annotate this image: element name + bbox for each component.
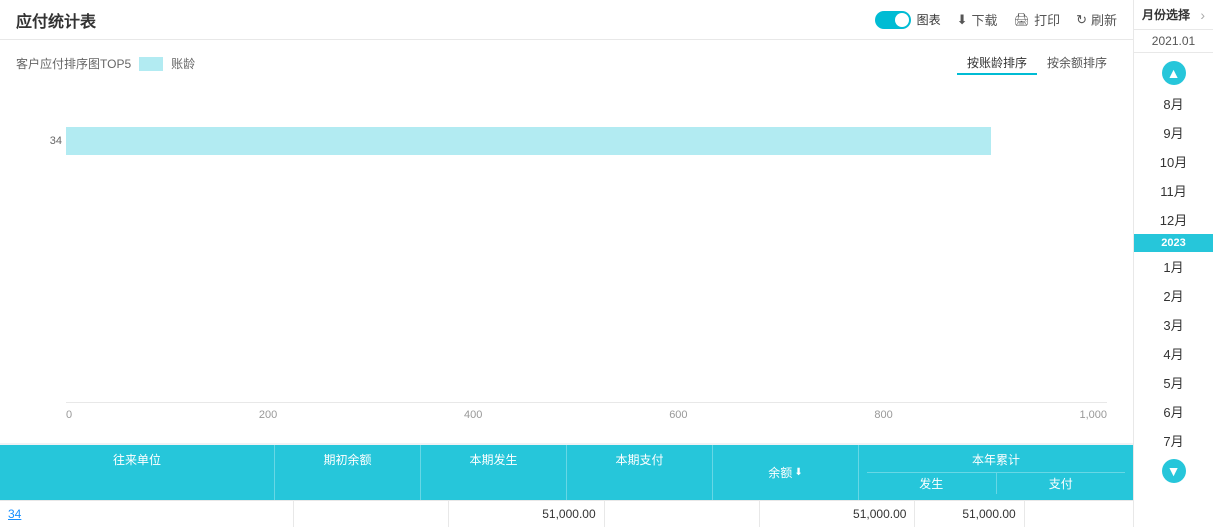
- bar-chart: 34 856天: [66, 121, 1117, 431]
- legend-text: 客户应付排序图TOP5: [16, 55, 131, 72]
- table-header: 往来单位 期初余额 本期发生 本期支付 余额 ⬇ 本年累计 发生 支付: [0, 445, 1133, 500]
- sort-buttons: 按账龄排序 按余额排序: [957, 52, 1117, 75]
- chart-legend: 客户应付排序图TOP5 账龄: [16, 55, 195, 72]
- col-header-balance: 余额 ⬇: [713, 445, 859, 500]
- year-marker[interactable]: 2023: [1134, 234, 1213, 252]
- bar-track: 856天: [66, 127, 1117, 155]
- legend-box: [139, 57, 163, 71]
- chart-wrapper: 34 856天 0 200 400 600 800 1,000: [16, 83, 1117, 431]
- bar-row: 34 856天: [66, 121, 1117, 161]
- x-axis-1000: 1,000: [1079, 409, 1107, 421]
- chart-label: 图表: [917, 11, 941, 28]
- cell-balance: 51,000.00: [760, 501, 915, 527]
- sort-by-balance-button[interactable]: 按余额排序: [1037, 52, 1117, 75]
- nav-down-arrow[interactable]: ▼: [1162, 459, 1186, 483]
- month-item-6[interactable]: 6月: [1134, 397, 1213, 426]
- month-item-8[interactable]: 8月: [1134, 89, 1213, 118]
- x-axis-600: 600: [669, 409, 687, 421]
- chart-area: 客户应付排序图TOP5 账龄 按账龄排序 按余额排序 34 856天: [0, 40, 1133, 443]
- sidebar: 月份选择 › 2021.01 ▲ 8月 9月 10月 11月 12月 2023 …: [1133, 0, 1213, 527]
- x-axis-line: [66, 402, 1107, 403]
- print-label: 打印: [1034, 10, 1060, 29]
- x-axis: 0 200 400 600 800 1,000: [66, 409, 1107, 421]
- chart-header: 客户应付排序图TOP5 账龄 按账龄排序 按余额排序: [16, 52, 1117, 75]
- refresh-button[interactable]: ↻ 刷新: [1076, 10, 1117, 29]
- sort-by-age-button[interactable]: 按账龄排序: [957, 52, 1037, 75]
- year-subheader: 发生 支付: [867, 472, 1125, 494]
- col-subheader-year-occur: 发生: [867, 473, 997, 494]
- month-item-7[interactable]: 7月: [1134, 426, 1213, 455]
- month-item-3[interactable]: 3月: [1134, 310, 1213, 339]
- sidebar-header: 月份选择 ›: [1134, 0, 1213, 30]
- page-title: 应付统计表: [16, 8, 96, 32]
- col-header-current-occur: 本期发生: [421, 445, 567, 500]
- bar-label: 34: [26, 135, 62, 147]
- month-item-5[interactable]: 5月: [1134, 368, 1213, 397]
- month-item-12[interactable]: 12月: [1134, 205, 1213, 234]
- legend-box-label: 账龄: [171, 55, 195, 72]
- balance-sort-icon: ⬇: [794, 467, 802, 478]
- bar-fill: [66, 127, 991, 155]
- refresh-icon: ↻: [1076, 12, 1087, 28]
- nav-up-arrow[interactable]: ▲: [1162, 61, 1186, 85]
- col-header-current-pay: 本期支付: [567, 445, 713, 500]
- print-button[interactable]: 🖨 打印: [1014, 10, 1061, 29]
- sidebar-current-value: 2021.01: [1134, 30, 1213, 53]
- download-icon: ⬇: [957, 12, 968, 28]
- month-item-1[interactable]: 1月: [1134, 252, 1213, 281]
- month-item-4[interactable]: 4月: [1134, 339, 1213, 368]
- header-actions: 图表 ⬇ 下载 🖨 打印 ↻ 刷新: [875, 10, 1117, 29]
- cell-current-pay: [605, 501, 760, 527]
- print-icon: 🖨: [1014, 12, 1031, 28]
- x-axis-400: 400: [464, 409, 482, 421]
- month-item-9[interactable]: 9月: [1134, 118, 1213, 147]
- page-header: 应付统计表 图表 ⬇ 下载 🖨 打印 ↻ 刷新: [0, 0, 1133, 40]
- col-header-unit: 往来单位: [0, 445, 275, 500]
- col-header-year-total: 本年累计 发生 支付: [859, 445, 1133, 500]
- cell-unit[interactable]: 34: [0, 501, 294, 527]
- table-row: 34 51,000.00 51,000.00 51,000.00: [0, 500, 1133, 527]
- sidebar-collapse-icon[interactable]: ›: [1200, 7, 1205, 23]
- cell-year-occur: 51,000.00: [915, 501, 1024, 527]
- x-axis-800: 800: [874, 409, 892, 421]
- month-item-2[interactable]: 2月: [1134, 281, 1213, 310]
- cell-current-occur: 51,000.00: [449, 501, 604, 527]
- col-subheader-year-pay: 支付: [997, 473, 1126, 494]
- download-label: 下载: [972, 10, 998, 29]
- refresh-label: 刷新: [1091, 10, 1117, 29]
- chart-toggle[interactable]: [875, 11, 911, 29]
- x-axis-200: 200: [259, 409, 277, 421]
- month-item-11[interactable]: 11月: [1134, 176, 1213, 205]
- month-item-10[interactable]: 10月: [1134, 147, 1213, 176]
- sidebar-title: 月份选择: [1142, 6, 1190, 23]
- sidebar-nav: ▲ 8月 9月 10月 11月 12月 2023 1月 2月 3月 4月 5月 …: [1134, 53, 1213, 491]
- chart-toggle-wrap: 图表: [875, 11, 941, 29]
- col-header-opening: 期初余额: [275, 445, 421, 500]
- cell-opening: [294, 501, 449, 527]
- x-axis-0: 0: [66, 409, 72, 421]
- cell-year-pay: [1025, 501, 1133, 527]
- table-area: 往来单位 期初余额 本期发生 本期支付 余额 ⬇ 本年累计 发生 支付: [0, 445, 1133, 527]
- download-button[interactable]: ⬇ 下载: [957, 10, 998, 29]
